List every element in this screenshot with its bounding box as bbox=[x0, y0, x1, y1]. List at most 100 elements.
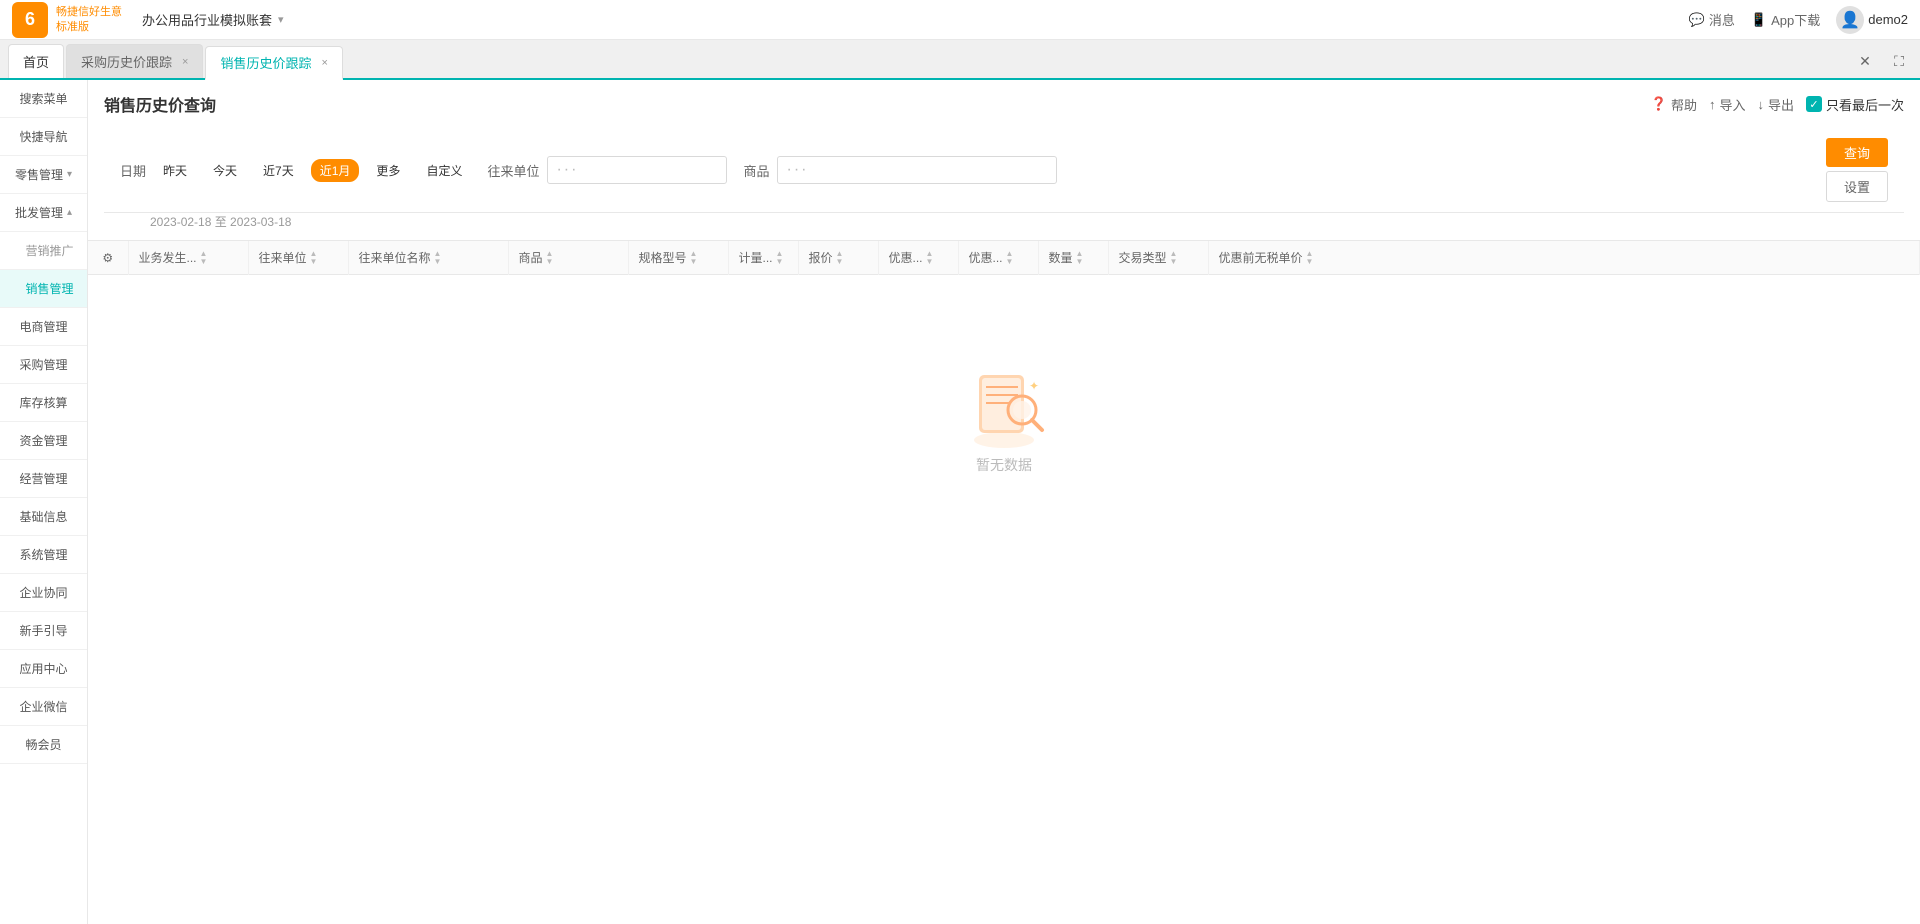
partner-input[interactable]: ··· bbox=[547, 156, 727, 184]
th-settings[interactable]: ⚙ bbox=[88, 241, 128, 275]
brand-logo: 6 bbox=[12, 2, 48, 38]
empty-icon: ✦ bbox=[954, 355, 1054, 455]
th-partner-name[interactable]: 往来单位名称 ▲▼ bbox=[348, 241, 508, 275]
sidebar-item-vip[interactable]: 畅会员 bbox=[0, 726, 87, 764]
sort-discount1-icon: ▲▼ bbox=[926, 250, 934, 266]
sidebar-item-guide[interactable]: 新手引导 bbox=[0, 612, 87, 650]
sidebar-item-enterprise[interactable]: 企业协同 bbox=[0, 574, 87, 612]
user-profile[interactable]: 👤 demo2 bbox=[1836, 6, 1908, 34]
sort-goods-icon: ▲▼ bbox=[546, 250, 554, 266]
sidebar-item-wechat[interactable]: 企业微信 bbox=[0, 688, 87, 726]
date-label: 日期 bbox=[120, 161, 146, 180]
sidebar-item-sales-mgmt[interactable]: 销售管理 bbox=[0, 270, 87, 308]
data-table: ⚙ 业务发生... ▲▼ 往来单位 ▲▼ bbox=[88, 241, 1920, 275]
date-more-btn[interactable]: 更多 bbox=[367, 159, 409, 182]
message-btn[interactable]: 💬 消息 bbox=[1689, 10, 1735, 29]
th-quote[interactable]: 报价 ▲▼ bbox=[798, 241, 878, 275]
sidebar-item-purchase-mgmt[interactable]: 采购管理 bbox=[0, 346, 87, 384]
search-btn[interactable]: 查询 bbox=[1826, 138, 1888, 167]
help-btn[interactable]: ❓ 帮助 bbox=[1651, 95, 1697, 114]
sidebar-item-system[interactable]: 系统管理 bbox=[0, 536, 87, 574]
export-icon: ↓ bbox=[1757, 97, 1764, 112]
sidebar-item-retail-mgmt[interactable]: 零售管理 ▾ bbox=[0, 156, 87, 194]
th-partner-code[interactable]: 往来单位 ▲▼ bbox=[248, 241, 348, 275]
goods-label: 商品 bbox=[743, 161, 769, 180]
sidebar-item-ecom-mgmt[interactable]: 电商管理 bbox=[0, 308, 87, 346]
sort-trade-type-icon: ▲▼ bbox=[1170, 250, 1178, 266]
message-icon: 💬 bbox=[1689, 12, 1705, 28]
sort-biz-date-icon: ▲▼ bbox=[200, 250, 208, 266]
partner-filter-group: 往来单位 ··· bbox=[487, 156, 727, 184]
only-last-checkbox[interactable]: ✓ 只看最后一次 bbox=[1806, 95, 1904, 114]
sort-no-tax-price-icon: ▲▼ bbox=[1306, 250, 1314, 266]
sort-qty-icon: ▲▼ bbox=[1076, 250, 1084, 266]
avatar: 👤 bbox=[1836, 6, 1864, 34]
sidebar-item-marketing[interactable]: 营销推广 bbox=[0, 232, 87, 270]
sidebar-item-inventory[interactable]: 库存核算 bbox=[0, 384, 87, 422]
svg-text:✦: ✦ bbox=[1029, 379, 1039, 393]
page-header: 销售历史价查询 ❓ 帮助 ↑ 导入 ↓ 导出 ✓ bbox=[88, 80, 1920, 241]
th-goods[interactable]: 商品 ▲▼ bbox=[508, 241, 628, 275]
tab-sales-history-label: 销售历史价跟踪 bbox=[220, 53, 311, 72]
tab-sales-close-icon[interactable]: × bbox=[321, 57, 327, 69]
checkbox-icon: ✓ bbox=[1806, 96, 1822, 112]
close-tab-btn[interactable]: ✕ bbox=[1852, 48, 1878, 74]
sidebar-item-app-center[interactable]: 应用中心 bbox=[0, 650, 87, 688]
tab-home[interactable]: 首页 bbox=[8, 44, 64, 78]
topbar-right: 💬 消息 📱 App下载 👤 demo2 bbox=[1689, 6, 1908, 34]
date-yesterday-btn[interactable]: 昨天 bbox=[154, 159, 196, 182]
tab-purchase-history-label: 采购历史价跟踪 bbox=[81, 52, 172, 71]
tab-home-label: 首页 bbox=[23, 52, 49, 71]
tabbar: 首页 采购历史价跟踪 × 销售历史价跟踪 × ✕ ⛶ bbox=[0, 40, 1920, 80]
tab-purchase-history[interactable]: 采购历史价跟踪 × bbox=[66, 44, 203, 78]
company-dropdown-icon[interactable]: ▾ bbox=[278, 13, 284, 26]
sidebar-item-basic-info[interactable]: 基础信息 bbox=[0, 498, 87, 536]
export-btn[interactable]: ↓ 导出 bbox=[1757, 95, 1794, 114]
empty-text: 暂无数据 bbox=[976, 455, 1032, 475]
app-download-btn[interactable]: 📱 App下载 bbox=[1751, 10, 1820, 29]
import-btn[interactable]: ↑ 导入 bbox=[1709, 95, 1746, 114]
date-today-btn[interactable]: 今天 bbox=[204, 159, 246, 182]
date-range-display: 2023-02-18 至 2023-03-18 bbox=[104, 213, 1904, 240]
company-name: 办公用品行业模拟账套 bbox=[142, 10, 272, 29]
sort-quote-icon: ▲▼ bbox=[836, 250, 844, 266]
filter-bar: 日期 昨天 今天 近7天 近1月 更多 自定义 往来单位 ··· 商品 bbox=[104, 128, 1904, 213]
brand-text: 畅捷信好生意 标准版 bbox=[56, 5, 122, 34]
th-biz-date[interactable]: 业务发生... ▲▼ bbox=[128, 241, 248, 275]
th-unit[interactable]: 计量... ▲▼ bbox=[728, 241, 798, 275]
date-filter-group: 日期 昨天 今天 近7天 近1月 更多 自定义 bbox=[120, 159, 471, 182]
th-no-tax-price[interactable]: 优惠前无税单价 ▲▼ bbox=[1208, 241, 1920, 275]
sidebar-item-wholesale-mgmt[interactable]: 批发管理 ▴ bbox=[0, 194, 87, 232]
date-7days-btn[interactable]: 近7天 bbox=[254, 159, 303, 182]
content-area: 销售历史价查询 ❓ 帮助 ↑ 导入 ↓ 导出 ✓ bbox=[88, 80, 1920, 924]
tab-sales-history[interactable]: 销售历史价跟踪 × bbox=[205, 46, 342, 80]
import-icon: ↑ bbox=[1709, 97, 1716, 112]
date-custom-btn[interactable]: 自定义 bbox=[417, 159, 471, 182]
sort-partner-name-icon: ▲▼ bbox=[434, 250, 442, 266]
settings-btn[interactable]: 设置 bbox=[1826, 171, 1888, 202]
page-actions: ❓ 帮助 ↑ 导入 ↓ 导出 ✓ 只看最后一次 bbox=[1651, 95, 1904, 114]
sidebar-item-search-menu[interactable]: 搜索菜单 bbox=[0, 80, 87, 118]
main-layout: 搜索菜单 快捷导航 零售管理 ▾ 批发管理 ▴ 营销推广 销售管理 电商管理 采 bbox=[0, 80, 1920, 924]
maximize-tab-btn[interactable]: ⛶ bbox=[1886, 48, 1912, 74]
th-discount1[interactable]: 优惠... ▲▼ bbox=[878, 241, 958, 275]
empty-state: ✦ 暂无数据 bbox=[88, 275, 1920, 555]
sidebar-item-quick-nav[interactable]: 快捷导航 bbox=[0, 118, 87, 156]
tab-purchase-close-icon[interactable]: × bbox=[182, 56, 188, 68]
th-trade-type[interactable]: 交易类型 ▲▼ bbox=[1108, 241, 1208, 275]
sort-unit-icon: ▲▼ bbox=[776, 250, 784, 266]
sidebar-item-operations[interactable]: 经营管理 bbox=[0, 460, 87, 498]
date-1month-btn[interactable]: 近1月 bbox=[311, 159, 360, 182]
th-discount2[interactable]: 优惠... ▲▼ bbox=[958, 241, 1038, 275]
settings-icon: ⚙ bbox=[102, 251, 113, 265]
goods-input[interactable]: ··· bbox=[777, 156, 1057, 184]
topbar-center: 办公用品行业模拟账套 ▾ bbox=[122, 10, 1689, 29]
page-title: 销售历史价查询 bbox=[104, 92, 216, 116]
tab-right-actions: ✕ ⛶ bbox=[1852, 48, 1912, 78]
table-header-row: ⚙ 业务发生... ▲▼ 往来单位 ▲▼ bbox=[88, 241, 1920, 275]
th-qty[interactable]: 数量 ▲▼ bbox=[1038, 241, 1108, 275]
goods-input-dots: ··· bbox=[786, 161, 808, 179]
sidebar-item-finance[interactable]: 资金管理 bbox=[0, 422, 87, 460]
partner-input-dots: ··· bbox=[556, 161, 578, 179]
th-spec[interactable]: 规格型号 ▲▼ bbox=[628, 241, 728, 275]
